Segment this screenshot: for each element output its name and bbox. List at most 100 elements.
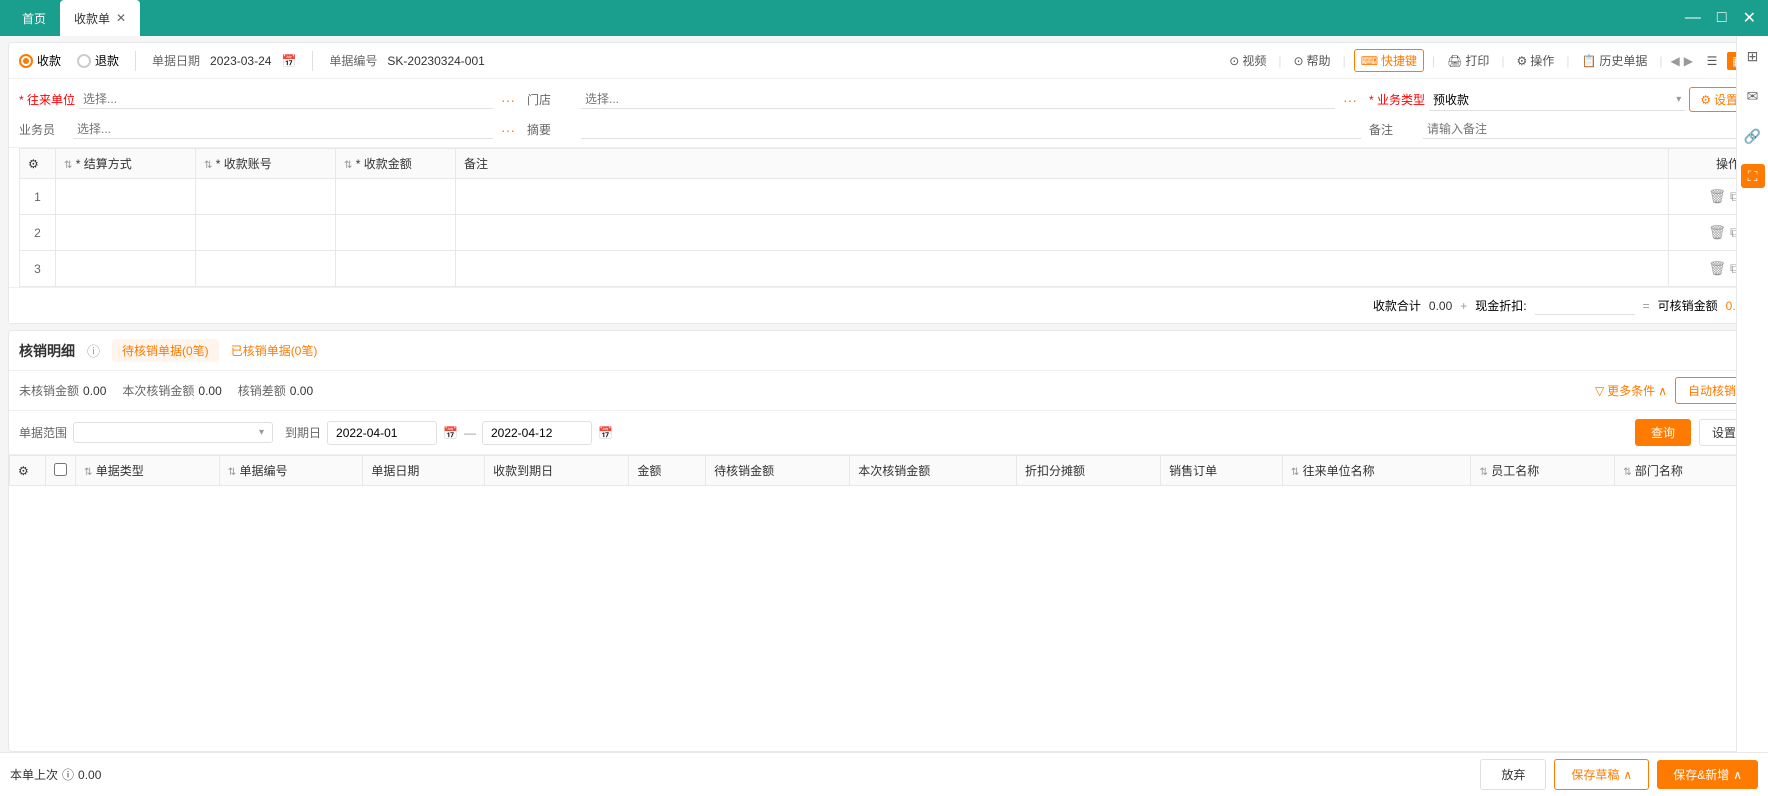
bt-th-check	[46, 456, 76, 486]
bt-th-amount: 金额	[629, 456, 706, 486]
close-icon[interactable]: ✕	[1739, 6, 1760, 30]
remarks-label: 备注	[1369, 121, 1419, 138]
salesperson-input[interactable]	[73, 120, 493, 139]
account-input-2[interactable]	[196, 215, 335, 250]
th-gear[interactable]: ⚙	[20, 149, 56, 179]
summary-section: 摘要	[527, 120, 1361, 139]
sidebar-email-icon[interactable]: ✉	[1741, 84, 1765, 108]
sidebar-table-icon[interactable]: ⊞	[1741, 44, 1765, 68]
radio-refund[interactable]: 退款	[77, 52, 119, 69]
delete-row-2-icon[interactable]: 🗑	[1708, 224, 1726, 241]
counterpart-input[interactable]	[79, 90, 493, 109]
td-account-2[interactable]	[196, 215, 336, 251]
remarks-input-1[interactable]	[456, 179, 1668, 214]
prev-page-icon[interactable]: ◀	[1671, 54, 1680, 68]
tab-done[interactable]: 已核销单据(0笔)	[221, 339, 328, 362]
help-btn[interactable]: ⊙ 帮助	[1289, 50, 1334, 71]
discard-button[interactable]: 放弃	[1480, 759, 1546, 790]
remarks-input-2[interactable]	[456, 215, 1668, 250]
video-btn[interactable]: ⊙ 视频	[1225, 50, 1270, 71]
amount-input-3[interactable]	[336, 251, 455, 286]
td-settlement-3[interactable]	[56, 251, 196, 287]
td-amount-1[interactable]	[336, 179, 456, 215]
radio-receipt[interactable]: 收款	[19, 52, 61, 69]
calendar-to-icon[interactable]: 📅	[598, 426, 613, 440]
remarks-input[interactable]	[1423, 120, 1749, 139]
filter-range: 单据范围 ▾	[19, 422, 273, 443]
summary-input[interactable]	[581, 120, 1361, 139]
ops-btn[interactable]: ⚙ 操作	[1513, 50, 1559, 71]
table-settings-icon[interactable]: ⚙	[28, 157, 39, 171]
tab-receipt[interactable]: 收款单 ✕	[60, 0, 140, 36]
list-layout-icon[interactable]: ☰	[1701, 52, 1723, 70]
settlement-input-1[interactable]	[56, 179, 195, 214]
remarks-input-3[interactable]	[456, 251, 1668, 286]
store-input[interactable]	[581, 90, 1335, 109]
stats-row: 未核销金额 0.00 本次核销金额 0.00 核销差额 0.00 ▽ 更多条件 …	[9, 371, 1759, 411]
amount-input-2[interactable]	[336, 215, 455, 250]
range-select[interactable]: ▾	[73, 422, 273, 443]
td-remarks-3[interactable]	[456, 251, 1669, 287]
more-conditions-btn[interactable]: ▽ 更多条件 ∧	[1595, 382, 1667, 399]
tab-home[interactable]: 首页	[8, 0, 60, 36]
delete-row-1-icon[interactable]: 🗑	[1708, 188, 1726, 205]
radio-receipt-label: 收款	[37, 52, 61, 69]
business-type-section: * 业务类型 预收款 ▾ ⚙ 设置	[1369, 87, 1749, 112]
available-label: 可核销金额	[1658, 297, 1718, 314]
section-info-icon[interactable]: ⓘ	[87, 341, 100, 360]
sidebar-camera-icon[interactable]: ⛶	[1741, 164, 1765, 188]
row-num-2: 2	[20, 215, 56, 251]
sort-icon: ⇅	[64, 160, 72, 171]
td-settlement-2[interactable]	[56, 215, 196, 251]
shortcut-btn[interactable]: ⌨ 快捷键	[1354, 49, 1424, 72]
minimize-icon[interactable]: —	[1681, 7, 1705, 29]
settlement-input-2[interactable]	[56, 215, 195, 250]
delete-row-3-icon[interactable]: 🗑	[1708, 260, 1726, 277]
salesperson-more-btn[interactable]: ···	[497, 122, 519, 138]
video-icon: ⊙	[1229, 54, 1239, 68]
maximize-icon[interactable]: □	[1713, 7, 1731, 29]
td-account-3[interactable]	[196, 251, 336, 287]
td-remarks-2[interactable]	[456, 215, 1669, 251]
tab-pending[interactable]: 待核销单据(0笔)	[112, 339, 219, 362]
save-draft-button[interactable]: 保存草稿 ∧	[1554, 759, 1649, 790]
td-remarks-1[interactable]	[456, 179, 1669, 215]
query-button[interactable]: 查询	[1635, 419, 1691, 446]
bt-th-pending: 待核销金额	[706, 456, 850, 486]
calendar-from-icon[interactable]: 📅	[443, 426, 458, 440]
shortcut-label: 快捷键	[1381, 52, 1417, 69]
tab-close-icon[interactable]: ✕	[116, 11, 126, 25]
business-type-select[interactable]: 预收款 ▾	[1429, 89, 1685, 111]
amount-input-1[interactable]	[336, 179, 455, 214]
td-account-1[interactable]	[196, 179, 336, 215]
account-input-1[interactable]	[196, 179, 335, 214]
td-settlement-1[interactable]	[56, 179, 196, 215]
sidebar-link-icon[interactable]: 🔗	[1741, 124, 1765, 148]
counterpart-more-btn[interactable]: ···	[497, 92, 519, 108]
td-amount-3[interactable]	[336, 251, 456, 287]
sort-icon-3: ⇅	[344, 160, 352, 171]
discount-input[interactable]	[1535, 296, 1635, 315]
td-amount-2[interactable]	[336, 215, 456, 251]
footer-stat-info-icon[interactable]: ⓘ	[62, 766, 74, 783]
next-page-icon[interactable]: ▶	[1684, 54, 1693, 68]
store-more-btn[interactable]: ···	[1339, 92, 1361, 108]
toolbar-row: 收款 退款 单据日期 2023-03-24 📅 单据编号 SK-20230324…	[9, 43, 1759, 79]
bt-check-all[interactable]	[54, 463, 67, 476]
settlement-input-3[interactable]	[56, 251, 195, 286]
account-input-3[interactable]	[196, 251, 335, 286]
equals-sign: =	[1643, 299, 1650, 313]
save-new-button[interactable]: 保存&新增 ∧	[1657, 760, 1758, 789]
bt-th-gear[interactable]: ⚙	[10, 456, 46, 486]
diff-value: 0.00	[290, 384, 313, 398]
row-num-1: 1	[20, 179, 56, 215]
bottom-table-wrap: ⚙ ⇅ 单据类型 ⇅ 单据编号	[9, 455, 1759, 751]
bt-settings-icon[interactable]: ⚙	[18, 464, 29, 478]
date-from-input[interactable]	[327, 421, 437, 445]
bt-th-type: ⇅ 单据类型	[76, 456, 220, 486]
print-label: 打印	[1465, 52, 1489, 69]
calendar-icon[interactable]: 📅	[281, 54, 296, 68]
print-btn[interactable]: 🖨 打印	[1443, 50, 1493, 71]
history-btn[interactable]: 📋 历史单据	[1577, 50, 1651, 71]
date-to-input[interactable]	[482, 421, 592, 445]
